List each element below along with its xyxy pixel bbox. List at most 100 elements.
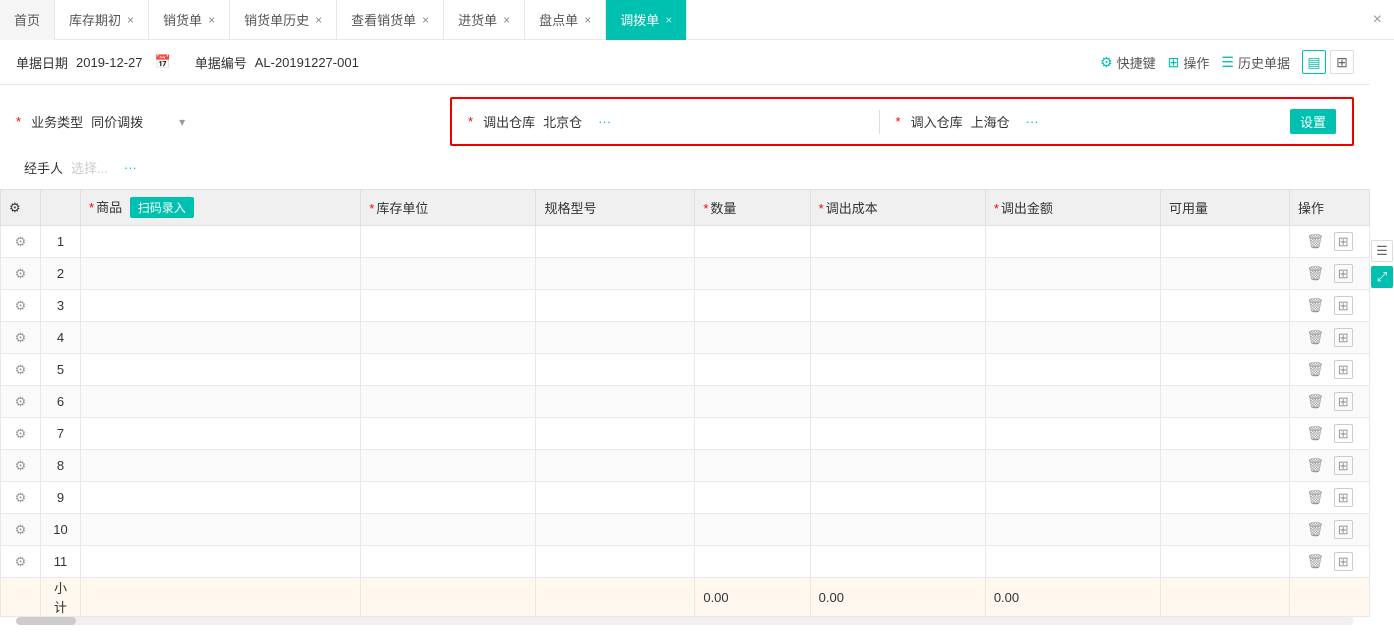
row-amount-5[interactable] [985,386,1160,418]
out-warehouse-value[interactable]: 北京仓 [543,112,582,131]
row-unit-0[interactable] [361,226,536,258]
row-qty-7[interactable] [695,450,810,482]
row-available-6[interactable] [1160,418,1289,450]
row-qty-10[interactable] [695,546,810,578]
row-unit-1[interactable] [361,258,536,290]
row-gear-3[interactable]: ⚙ [1,322,41,354]
row-amount-1[interactable] [985,258,1160,290]
row-gear-10[interactable]: ⚙ [1,546,41,578]
row-available-1[interactable] [1160,258,1289,290]
delete-icon-0[interactable]: 🗑 [1306,233,1324,249]
row-spec-5[interactable] [536,386,695,418]
row-available-2[interactable] [1160,290,1289,322]
row-unit-4[interactable] [361,354,536,386]
row-available-0[interactable] [1160,226,1289,258]
calendar-icon[interactable]: 📅 [155,54,171,70]
row-qty-1[interactable] [695,258,810,290]
row-cost-8[interactable] [810,482,985,514]
delete-icon-7[interactable]: 🗑 [1306,457,1324,473]
row-unit-10[interactable] [361,546,536,578]
row-spec-8[interactable] [536,482,695,514]
row-cost-0[interactable] [810,226,985,258]
operations-btn[interactable]: ⊞ 操作 [1168,53,1210,72]
tab-inventory-init-close[interactable]: × [127,14,134,26]
delete-icon-6[interactable]: 🗑 [1306,425,1324,441]
in-warehouse-value[interactable]: 上海仓 [971,112,1010,131]
row-available-5[interactable] [1160,386,1289,418]
row-cost-6[interactable] [810,418,985,450]
row-spec-1[interactable] [536,258,695,290]
in-warehouse-ellipsis[interactable]: ··· [1026,114,1039,129]
row-qty-3[interactable] [695,322,810,354]
row-amount-2[interactable] [985,290,1160,322]
biz-type-dropdown-icon[interactable]: ▾ [179,115,185,129]
row-spec-6[interactable] [536,418,695,450]
row-amount-0[interactable] [985,226,1160,258]
row-gear-2[interactable]: ⚙ [1,290,41,322]
copy-icon-3[interactable]: ⊞ [1334,328,1353,347]
operator-input[interactable]: 选择... [71,158,108,177]
row-spec-0[interactable] [536,226,695,258]
row-cost-4[interactable] [810,354,985,386]
tab-sales-history[interactable]: 销货单历史 × [230,0,337,40]
row-gear-0[interactable]: ⚙ [1,226,41,258]
row-spec-7[interactable] [536,450,695,482]
row-spec-4[interactable] [536,354,695,386]
row-gear-7[interactable]: ⚙ [1,450,41,482]
row-amount-7[interactable] [985,450,1160,482]
delete-icon-4[interactable]: 🗑 [1306,361,1324,377]
row-available-9[interactable] [1160,514,1289,546]
row-product-8[interactable] [81,482,361,514]
row-unit-3[interactable] [361,322,536,354]
tab-sales-history-close[interactable]: × [315,14,322,26]
copy-icon-6[interactable]: ⊞ [1334,424,1353,443]
tab-transfer-order[interactable]: 调拨单 × [606,0,687,40]
row-product-2[interactable] [81,290,361,322]
delete-icon-8[interactable]: 🗑 [1306,489,1324,505]
row-product-10[interactable] [81,546,361,578]
horizontal-scrollbar[interactable] [16,617,1354,625]
row-amount-4[interactable] [985,354,1160,386]
copy-icon-10[interactable]: ⊞ [1334,552,1353,571]
row-amount-9[interactable] [985,514,1160,546]
tab-home[interactable]: 首页 [0,0,55,40]
copy-icon-2[interactable]: ⊞ [1334,296,1353,315]
copy-icon-1[interactable]: ⊞ [1334,264,1353,283]
tab-purchase-order[interactable]: 进货单 × [444,0,525,40]
biz-type-value[interactable]: 同价调拨 [91,112,171,131]
row-available-8[interactable] [1160,482,1289,514]
row-unit-2[interactable] [361,290,536,322]
doc-value[interactable]: AL-20191227-001 [255,55,359,70]
row-cost-3[interactable] [810,322,985,354]
grid-view-btn-1[interactable]: ▤ [1302,50,1326,74]
row-product-0[interactable] [81,226,361,258]
row-unit-7[interactable] [361,450,536,482]
copy-icon-4[interactable]: ⊞ [1334,360,1353,379]
row-unit-8[interactable] [361,482,536,514]
row-cost-1[interactable] [810,258,985,290]
delete-icon-10[interactable]: 🗑 [1306,553,1324,569]
row-cost-9[interactable] [810,514,985,546]
row-product-3[interactable] [81,322,361,354]
date-value[interactable]: 2019-12-27 [76,55,143,70]
row-unit-6[interactable] [361,418,536,450]
copy-icon-7[interactable]: ⊞ [1334,456,1353,475]
delete-icon-9[interactable]: 🗑 [1306,521,1324,537]
delete-icon-5[interactable]: 🗑 [1306,393,1324,409]
history-docs-btn[interactable]: ☰ 历史单据 [1221,53,1290,72]
scan-btn[interactable]: 扫码录入 [130,197,194,218]
sidebar-list-icon[interactable]: ☰ [1371,240,1393,262]
row-qty-8[interactable] [695,482,810,514]
grid-view-btn-2[interactable]: ⊞ [1330,50,1354,74]
row-qty-9[interactable] [695,514,810,546]
row-amount-10[interactable] [985,546,1160,578]
delete-icon-2[interactable]: 🗑 [1306,297,1324,313]
tab-transfer-order-close[interactable]: × [665,14,672,26]
row-gear-9[interactable]: ⚙ [1,514,41,546]
row-product-6[interactable] [81,418,361,450]
row-cost-5[interactable] [810,386,985,418]
row-amount-8[interactable] [985,482,1160,514]
copy-icon-9[interactable]: ⊞ [1334,520,1353,539]
row-qty-5[interactable] [695,386,810,418]
row-unit-5[interactable] [361,386,536,418]
